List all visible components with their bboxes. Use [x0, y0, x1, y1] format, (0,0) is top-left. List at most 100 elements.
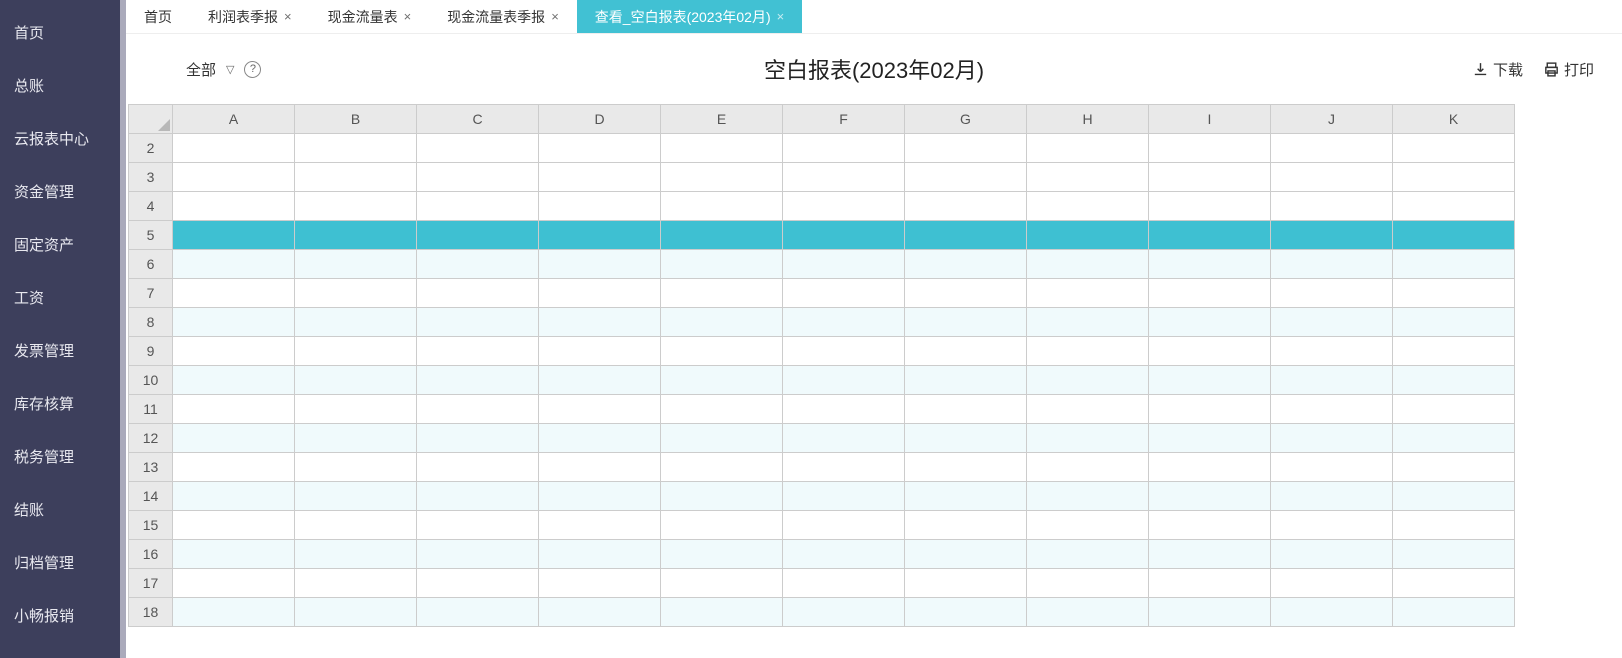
sidebar-item-10[interactable]: 归档管理	[0, 536, 126, 589]
cell-D5[interactable]	[539, 221, 661, 250]
close-icon[interactable]: ×	[404, 9, 412, 24]
cell-J5[interactable]	[1271, 221, 1393, 250]
tab-1[interactable]: 利润表季报×	[190, 0, 310, 33]
cell-C7[interactable]	[417, 279, 539, 308]
cell-E16[interactable]	[661, 540, 783, 569]
cell-B12[interactable]	[295, 424, 417, 453]
column-header-E[interactable]: E	[661, 105, 783, 134]
cell-C3[interactable]	[417, 163, 539, 192]
cell-K4[interactable]	[1393, 192, 1515, 221]
cell-J9[interactable]	[1271, 337, 1393, 366]
row-header-8[interactable]: 8	[129, 308, 173, 337]
cell-D3[interactable]	[539, 163, 661, 192]
cell-K11[interactable]	[1393, 395, 1515, 424]
cell-D11[interactable]	[539, 395, 661, 424]
cell-E2[interactable]	[661, 134, 783, 163]
cell-G7[interactable]	[905, 279, 1027, 308]
cell-H7[interactable]	[1027, 279, 1149, 308]
cell-G17[interactable]	[905, 569, 1027, 598]
cell-A5[interactable]	[173, 221, 295, 250]
cell-K15[interactable]	[1393, 511, 1515, 540]
cell-C17[interactable]	[417, 569, 539, 598]
cell-B10[interactable]	[295, 366, 417, 395]
cell-I3[interactable]	[1149, 163, 1271, 192]
cell-H11[interactable]	[1027, 395, 1149, 424]
cell-G11[interactable]	[905, 395, 1027, 424]
cell-I18[interactable]	[1149, 598, 1271, 627]
cell-K14[interactable]	[1393, 482, 1515, 511]
cell-E6[interactable]	[661, 250, 783, 279]
cell-K5[interactable]	[1393, 221, 1515, 250]
cell-C2[interactable]	[417, 134, 539, 163]
cell-A3[interactable]	[173, 163, 295, 192]
cell-D12[interactable]	[539, 424, 661, 453]
cell-K16[interactable]	[1393, 540, 1515, 569]
cell-F13[interactable]	[783, 453, 905, 482]
cell-I10[interactable]	[1149, 366, 1271, 395]
cell-E8[interactable]	[661, 308, 783, 337]
cell-B3[interactable]	[295, 163, 417, 192]
cell-H16[interactable]	[1027, 540, 1149, 569]
cell-F18[interactable]	[783, 598, 905, 627]
sidebar-item-2[interactable]: 云报表中心	[0, 112, 126, 165]
cell-G16[interactable]	[905, 540, 1027, 569]
cell-K10[interactable]	[1393, 366, 1515, 395]
cell-C4[interactable]	[417, 192, 539, 221]
cell-F4[interactable]	[783, 192, 905, 221]
cell-J12[interactable]	[1271, 424, 1393, 453]
cell-J2[interactable]	[1271, 134, 1393, 163]
column-header-H[interactable]: H	[1027, 105, 1149, 134]
cell-I4[interactable]	[1149, 192, 1271, 221]
column-header-F[interactable]: F	[783, 105, 905, 134]
cell-F2[interactable]	[783, 134, 905, 163]
cell-J13[interactable]	[1271, 453, 1393, 482]
cell-C11[interactable]	[417, 395, 539, 424]
filter-dropdown[interactable]: 全部 ▽ ?	[186, 59, 261, 80]
cell-F10[interactable]	[783, 366, 905, 395]
cell-F8[interactable]	[783, 308, 905, 337]
download-button[interactable]: 下载	[1472, 59, 1523, 80]
cell-J10[interactable]	[1271, 366, 1393, 395]
cell-H4[interactable]	[1027, 192, 1149, 221]
cell-F16[interactable]	[783, 540, 905, 569]
tab-3[interactable]: 现金流量表季报×	[429, 0, 577, 33]
close-icon[interactable]: ×	[777, 9, 785, 24]
cell-H5[interactable]	[1027, 221, 1149, 250]
row-header-2[interactable]: 2	[129, 134, 173, 163]
cell-B7[interactable]	[295, 279, 417, 308]
cell-I2[interactable]	[1149, 134, 1271, 163]
cell-F9[interactable]	[783, 337, 905, 366]
row-header-4[interactable]: 4	[129, 192, 173, 221]
cell-F7[interactable]	[783, 279, 905, 308]
column-header-K[interactable]: K	[1393, 105, 1515, 134]
cell-G9[interactable]	[905, 337, 1027, 366]
cell-B4[interactable]	[295, 192, 417, 221]
cell-I11[interactable]	[1149, 395, 1271, 424]
row-header-12[interactable]: 12	[129, 424, 173, 453]
cell-K6[interactable]	[1393, 250, 1515, 279]
cell-D16[interactable]	[539, 540, 661, 569]
cell-H3[interactable]	[1027, 163, 1149, 192]
cell-B13[interactable]	[295, 453, 417, 482]
cell-C13[interactable]	[417, 453, 539, 482]
sheet-corner[interactable]	[129, 105, 173, 134]
row-header-17[interactable]: 17	[129, 569, 173, 598]
sidebar-item-3[interactable]: 资金管理	[0, 165, 126, 218]
cell-B18[interactable]	[295, 598, 417, 627]
sidebar-item-7[interactable]: 库存核算	[0, 377, 126, 430]
print-button[interactable]: 打印	[1543, 59, 1594, 80]
cell-G4[interactable]	[905, 192, 1027, 221]
cell-F6[interactable]	[783, 250, 905, 279]
cell-G5[interactable]	[905, 221, 1027, 250]
cell-F11[interactable]	[783, 395, 905, 424]
cell-B8[interactable]	[295, 308, 417, 337]
cell-J16[interactable]	[1271, 540, 1393, 569]
cell-H12[interactable]	[1027, 424, 1149, 453]
cell-B17[interactable]	[295, 569, 417, 598]
cell-E11[interactable]	[661, 395, 783, 424]
cell-C6[interactable]	[417, 250, 539, 279]
cell-H6[interactable]	[1027, 250, 1149, 279]
cell-K13[interactable]	[1393, 453, 1515, 482]
cell-D7[interactable]	[539, 279, 661, 308]
cell-A11[interactable]	[173, 395, 295, 424]
